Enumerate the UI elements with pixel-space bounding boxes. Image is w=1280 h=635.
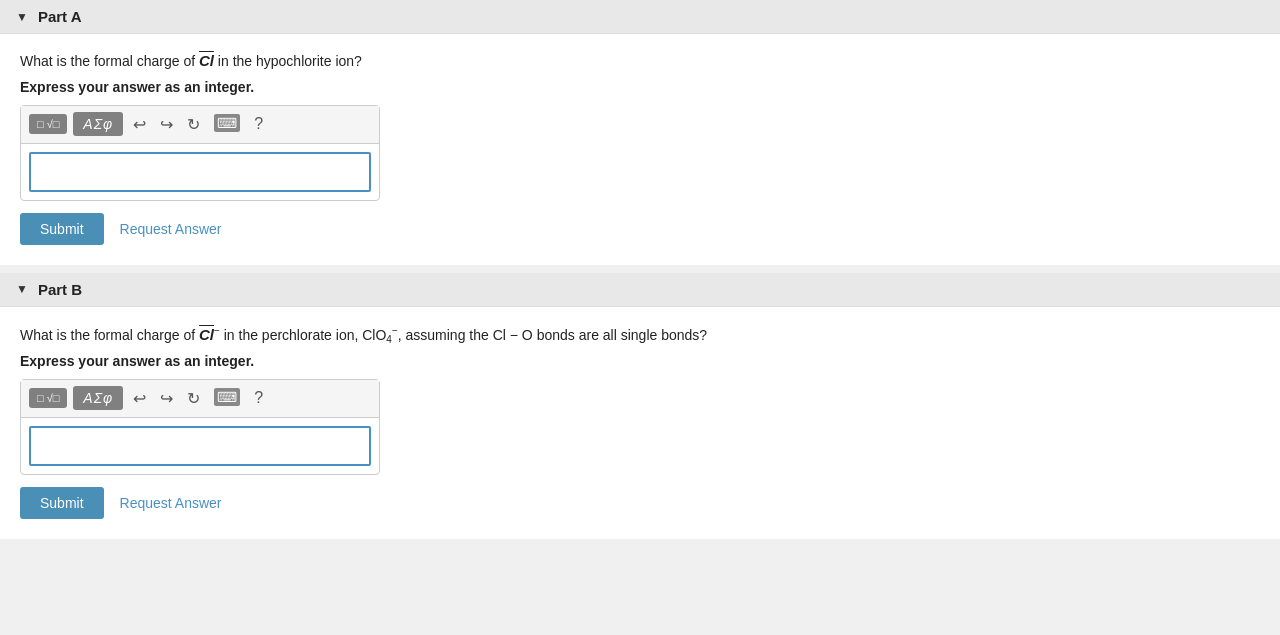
part-b-question-prefix: What is the formal charge of xyxy=(20,326,199,342)
part-b-submit-button[interactable]: Submit xyxy=(20,487,104,519)
part-b-sqrt-icon: √□ xyxy=(47,392,60,404)
part-a-question-prefix: What is the formal charge of xyxy=(20,53,199,69)
part-a-action-row: Submit Request Answer xyxy=(20,213,1260,245)
part-a-greek-btn[interactable]: ΑΣφ xyxy=(73,112,123,136)
part-a-chevron-icon[interactable]: ▼ xyxy=(16,10,28,24)
part-a-answer-input[interactable] xyxy=(29,152,371,192)
part-a-question: What is the formal charge of Cl in the h… xyxy=(20,50,1260,73)
part-b-math-container: □ √□ ΑΣφ ↩ ↪ ↻ ? xyxy=(20,379,380,475)
part-a-keyboard-btn[interactable] xyxy=(210,112,244,137)
part-b-answer-input[interactable] xyxy=(29,426,371,466)
part-a-refresh-btn[interactable]: ↻ xyxy=(183,113,204,136)
part-b-action-row: Submit Request Answer xyxy=(20,487,1260,519)
part-b-help-btn[interactable]: ? xyxy=(250,387,267,409)
part-b-cl-element: Cl xyxy=(199,325,214,342)
part-a-help-btn[interactable]: ? xyxy=(250,113,267,135)
part-b-keyboard-icon xyxy=(214,388,240,406)
part-b-request-answer-link[interactable]: Request Answer xyxy=(120,495,222,511)
part-a-toolbar: □ √□ ΑΣφ ↩ ↪ ↻ ? xyxy=(21,106,379,144)
part-b-refresh-btn[interactable]: ↻ xyxy=(183,387,204,410)
part-a-section: ▼ Part A What is the formal charge of Cl… xyxy=(0,0,1280,265)
part-a-template-icon: □ xyxy=(37,118,44,130)
part-b-section: ▼ Part B What is the formal charge of Cl… xyxy=(0,273,1280,539)
part-a-express-label: Express your answer as an integer. xyxy=(20,79,1260,95)
part-a-header[interactable]: ▼ Part A xyxy=(0,0,1280,34)
part-b-question-suffix: , assuming the Cl − O bonds are all sing… xyxy=(398,326,707,342)
part-a-sqrt-icon: √□ xyxy=(47,118,60,130)
part-b-template-icon: □ xyxy=(37,392,44,404)
part-a-submit-button[interactable]: Submit xyxy=(20,213,104,245)
part-a-cl-element: Cl xyxy=(199,52,214,69)
part-a-undo-btn[interactable]: ↩ xyxy=(129,113,150,136)
part-b-question: What is the formal charge of Cl− in the … xyxy=(20,323,1260,347)
part-b-redo-btn[interactable]: ↪ xyxy=(156,387,177,410)
part-a-request-answer-link[interactable]: Request Answer xyxy=(120,221,222,237)
part-b-title: Part B xyxy=(38,281,82,298)
part-b-body: What is the formal charge of Cl− in the … xyxy=(0,307,1280,539)
part-a-body: What is the formal charge of Cl in the h… xyxy=(0,34,1280,265)
part-b-question-middle: in the perchlorate ion, ClO xyxy=(220,326,387,342)
part-a-keyboard-icon xyxy=(214,114,240,132)
part-a-template-btn[interactable]: □ √□ xyxy=(29,114,67,134)
part-b-keyboard-btn[interactable] xyxy=(210,386,244,411)
part-a-input-area xyxy=(21,144,379,200)
part-b-undo-btn[interactable]: ↩ xyxy=(129,387,150,410)
part-b-greek-btn[interactable]: ΑΣφ xyxy=(73,386,123,410)
part-a-redo-btn[interactable]: ↪ xyxy=(156,113,177,136)
part-b-express-label: Express your answer as an integer. xyxy=(20,353,1260,369)
part-b-chevron-icon[interactable]: ▼ xyxy=(16,282,28,296)
part-a-title: Part A xyxy=(38,8,82,25)
part-b-template-btn[interactable]: □ √□ xyxy=(29,388,67,408)
part-b-input-area xyxy=(21,418,379,474)
part-b-header[interactable]: ▼ Part B xyxy=(0,273,1280,307)
part-a-math-container: □ √□ ΑΣφ ↩ ↪ ↻ ? xyxy=(20,105,380,201)
part-b-toolbar: □ √□ ΑΣφ ↩ ↪ ↻ ? xyxy=(21,380,379,418)
part-a-question-suffix: in the hypochlorite ion? xyxy=(214,53,362,69)
